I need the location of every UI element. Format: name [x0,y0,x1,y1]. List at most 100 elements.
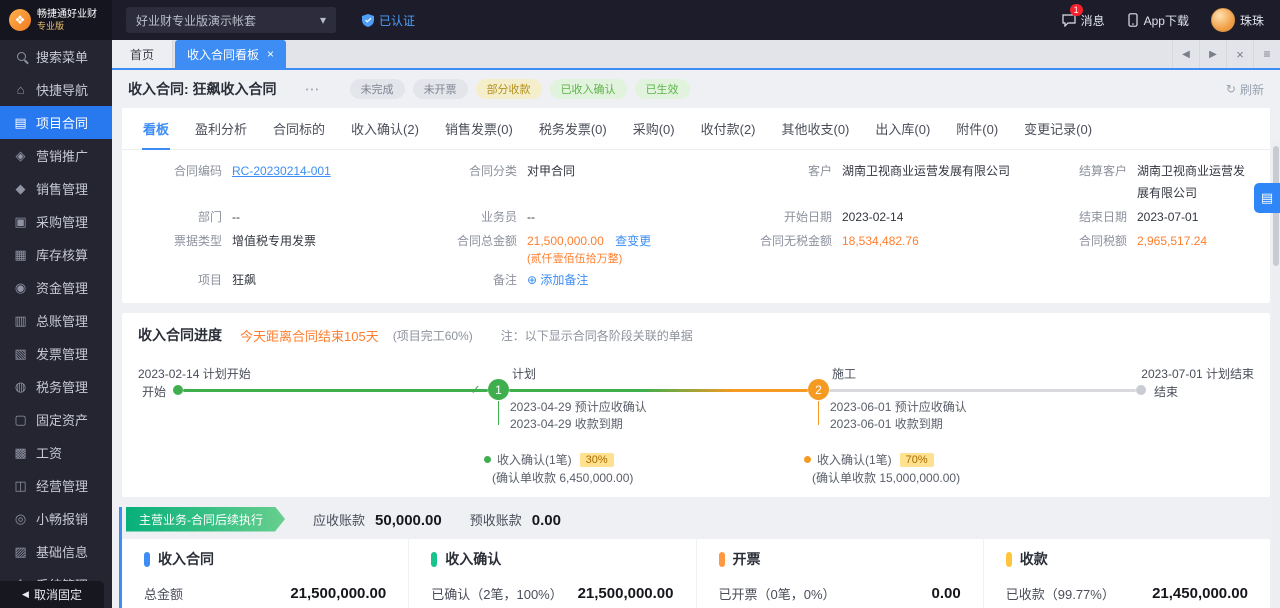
field-label: 合同无税金额 [746,230,832,252]
sidebar-item-payroll[interactable]: ▩ 工资 [0,436,112,469]
timeline-segment-future [829,389,1136,392]
refresh-label: 刷新 [1240,81,1264,98]
panel-bar-icon [431,552,437,567]
unpin-sidebar-button[interactable]: ◀ 取消固定 [0,581,104,608]
refresh-button[interactable]: ↻ 刷新 [1226,81,1264,98]
user-menu[interactable]: 珠珠 [1211,8,1264,32]
timeline-start-label: 开始 [142,383,166,400]
panel-title: 收入合同 [158,549,214,569]
prereceive-label: 预收账款 [470,510,522,529]
stage-1-expect-date: 2023-04-29 预计应收确认 [510,399,647,416]
certified-badge[interactable]: 已认证 [362,12,415,29]
sidebar-item-project-contract[interactable]: ▤ 项目合同 [0,106,112,139]
sidebar-item-reimburse[interactable]: ◎ 小畅报销 [0,502,112,535]
sidebar-item-search-menu[interactable]: 搜索菜单 [0,40,112,73]
home-icon: ⌂ [13,82,28,97]
status-badge-partially-paid: 部分收款 [476,79,542,99]
tab-strip-controls: ◀ ▶ × ≡ [1172,40,1280,68]
field-department: 部门 -- [136,206,431,228]
tab-revenue-confirm[interactable]: 收入确认(2) [338,108,432,149]
stage-2-confirm-label[interactable]: 收入确认(1笔) [817,451,892,468]
tab-profit-analysis[interactable]: 盈利分析 [182,108,260,149]
sidebar-item-label: 营销推广 [36,146,88,165]
field-label: 票据类型 [136,230,222,252]
sidebar-item-inventory[interactable]: ▦ 库存核算 [0,238,112,271]
sidebar-item-purchase[interactable]: ▣ 采购管理 [0,205,112,238]
tab-attachments[interactable]: 附件(0) [943,108,1011,149]
sidebar-item-fixed-assets[interactable]: ▢ 固定资产 [0,403,112,436]
sidebar-item-quick-nav[interactable]: ⌂ 快捷导航 [0,73,112,106]
add-remark-link[interactable]: ⊕ 添加备注 [527,269,588,291]
status-badge-unfinished: 未完成 [350,79,405,99]
contract-info-grid: 合同编码 RC-20230214-001 合同分类 对甲合同 客户 湖南卫视商业… [122,150,1270,303]
asset-icon: ▢ [13,412,28,428]
timeline-node-1[interactable]: 1 [488,379,509,400]
panel-collection: 收款 已收款（99.77%） 21,450,000.00 未收款 50,000.… [984,539,1270,608]
app-download-label: App下载 [1144,12,1189,29]
panel-title: 开票 [733,549,761,569]
purchase-icon: ▣ [13,214,28,230]
sidebar-item-marketing[interactable]: ◈ 营销推广 [0,139,112,172]
section-ribbon: 主营业务-合同后续执行 [126,507,285,532]
logo-icon: ❖ [9,9,31,31]
progress-completion: (项目完工60%) [393,327,473,344]
field-label: 项目 [136,269,222,291]
tab-revenue-contract-board[interactable]: 收入合同看板 × [175,40,286,68]
summary-panels: 收入合同 总金额 21,500,000.00 无税金额 18,534,482.7… [122,539,1270,608]
tab-contract-subject[interactable]: 合同标的 [260,108,338,149]
sidebar-item-general-ledger[interactable]: ▥ 总账管理 [0,304,112,337]
contract-code-link[interactable]: RC-20230214-001 [232,160,331,182]
view-change-link[interactable]: 查变更 [615,234,651,248]
sidebar-item-sales[interactable]: ◆ 销售管理 [0,172,112,205]
timeline-node-2[interactable]: 2 [808,379,829,400]
field-category: 合同分类 对甲合同 [431,160,746,204]
promote-icon: ◈ [13,148,28,164]
page-title: 收入合同: 狂飙收入合同 [128,79,277,99]
stage-name-plan: 计划 [512,365,536,382]
sidebar-item-label: 采购管理 [36,212,88,231]
field-value: 对甲合同 [527,160,575,182]
tab-purchase[interactable]: 采购(0) [620,108,688,149]
messages-button[interactable]: 1 消息 [1062,12,1105,29]
account-set-selector[interactable]: 好业财专业版演示帐套 ▾ [126,7,336,33]
field-customer: 客户 湖南卫视商业运营发展有限公司 [746,160,1041,204]
tab-other-income[interactable]: 其他收支(0) [769,108,863,149]
tab-board[interactable]: 看板 [130,108,182,149]
tabs-close-all-button[interactable]: × [1226,40,1253,68]
summary-top-row: 主营业务-合同后续执行 应收账款 50,000.00 预收账款 0.00 [126,507,1270,531]
field-value: -- [527,206,535,228]
more-actions-icon[interactable]: ⋯ [305,80,322,98]
field-salesman: 业务员 -- [431,206,746,228]
tab-home[interactable]: 首页 [112,40,173,68]
field-value: 2023-02-14 [842,206,903,228]
tabs-scroll-left-button[interactable]: ◀ [1172,40,1199,68]
field-value: 湖南卫视商业运营发展有限公司 [842,160,1010,182]
tabs-menu-button[interactable]: ≡ [1253,40,1280,68]
contract-icon: ▤ [13,115,28,131]
tab-sales-invoice[interactable]: 销售发票(0) [432,108,526,149]
row-label: 总金额 [144,584,183,603]
field-remark: 备注 ⊕ 添加备注 [431,269,746,291]
sidebar-item-label: 基础信息 [36,542,88,561]
stage-2-expect-date: 2023-06-01 预计应收确认 [830,399,967,416]
stage-1-confirm-label[interactable]: 收入确认(1笔) [497,451,572,468]
panel-row: 总金额 21,500,000.00 [144,584,386,603]
side-panel-handle[interactable]: ▤ [1254,183,1280,213]
receivable-value: 50,000.00 [375,512,442,529]
progress-note: 注：以下显示合同各阶段关联的单据 [501,327,693,344]
sidebar-item-label: 税务管理 [36,377,88,396]
tab-close-icon[interactable]: × [267,47,274,61]
sidebar-item-funds[interactable]: ◉ 资金管理 [0,271,112,304]
sidebar-item-basic-info[interactable]: ▨ 基础信息 [0,535,112,568]
tab-tax-invoice[interactable]: 税务发票(0) [526,108,620,149]
sidebar-item-operations[interactable]: ◫ 经营管理 [0,469,112,502]
tab-payments[interactable]: 收付款(2) [688,108,769,149]
app-download-button[interactable]: App下载 [1127,12,1189,29]
sidebar-item-invoice[interactable]: ▧ 发票管理 [0,337,112,370]
sidebar-item-tax[interactable]: ◍ 税务管理 [0,370,112,403]
tab-stock-moves[interactable]: 出入库(0) [862,108,943,149]
tab-change-log[interactable]: 变更记录(0) [1011,108,1105,149]
tabs-scroll-right-button[interactable]: ▶ [1199,40,1226,68]
sidebar-item-label: 小畅报销 [36,509,88,528]
field-total-amount: 合同总金额 21,500,000.00 查变更 (贰仟壹佰伍拾万整) [431,230,746,267]
